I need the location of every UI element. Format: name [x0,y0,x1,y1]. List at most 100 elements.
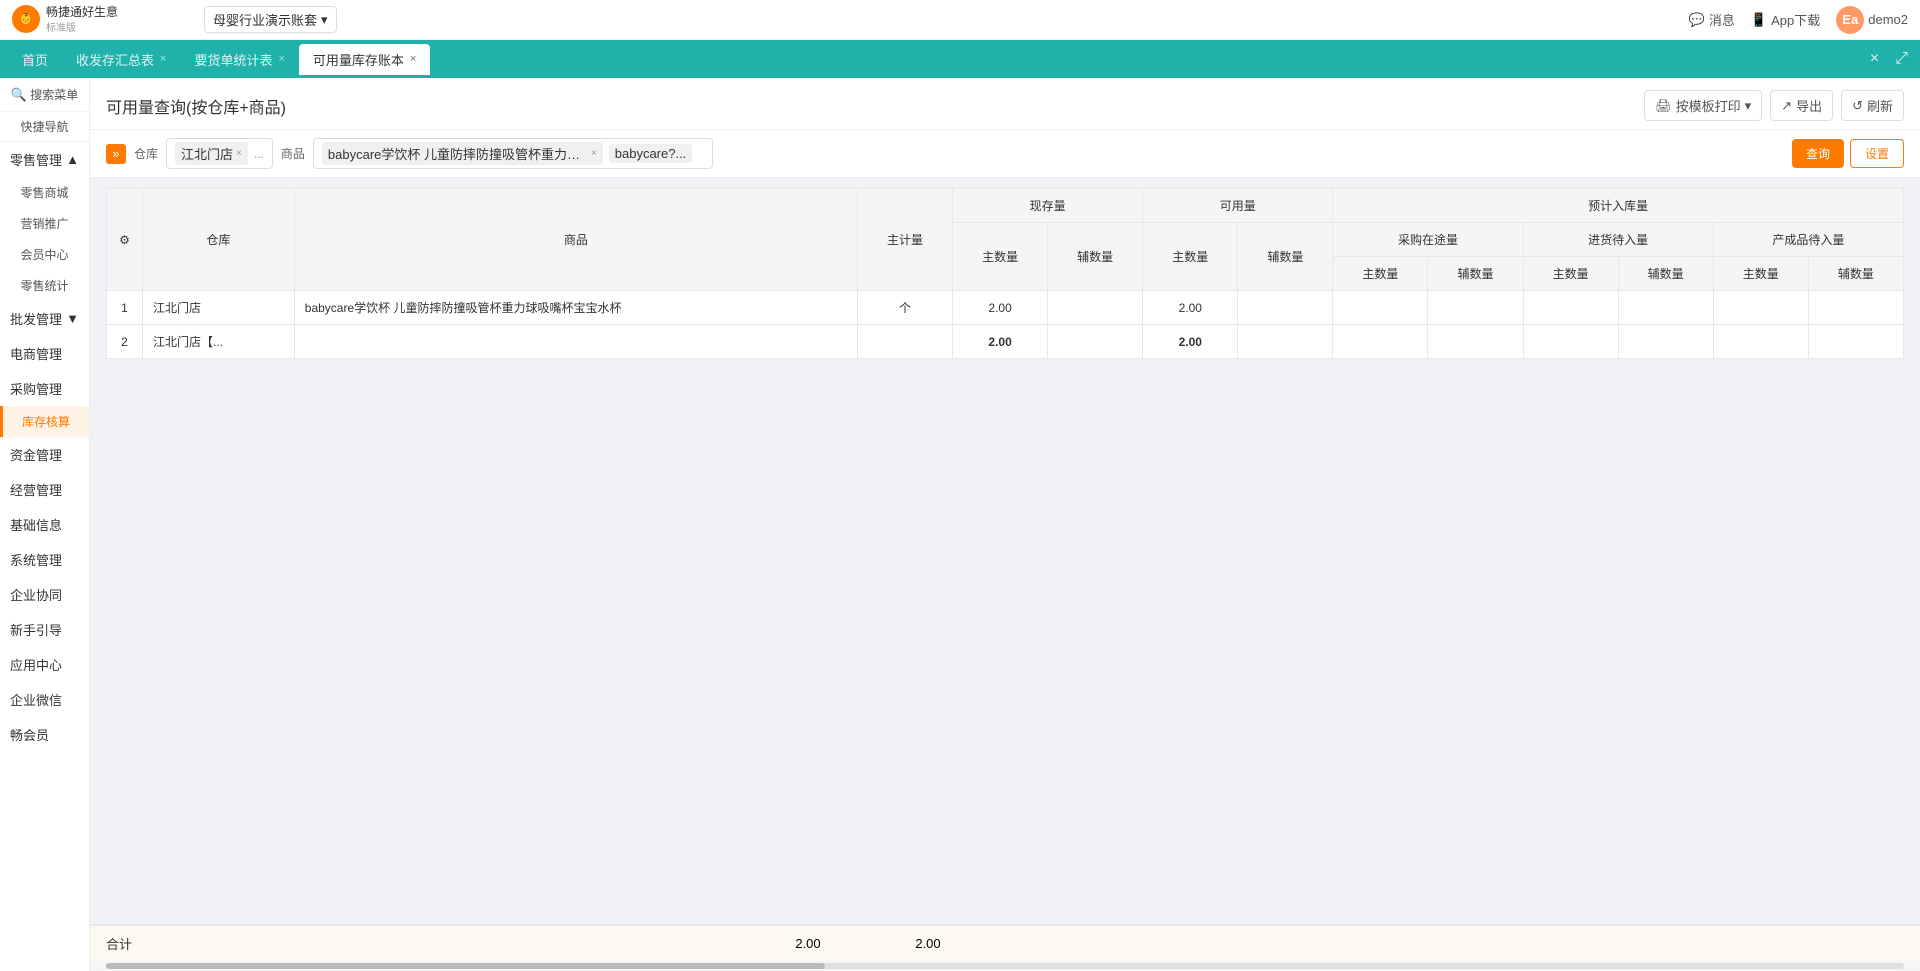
footer-total-label: 合计 [106,934,132,953]
stock-aux-header: 辅数量 [1048,223,1143,291]
row-stock-aux [1048,291,1143,325]
page-title: 可用量查询(按仓库+商品) [106,94,286,118]
sidebar-item-marketing[interactable]: 营销推广 [0,208,89,239]
row-purchase-main [1333,291,1428,325]
settings-button[interactable]: 设置 [1850,139,1904,168]
sidebar-operations-header[interactable]: 经营管理 [0,472,89,507]
sidebar-item-retail-stats[interactable]: 零售统计 [0,270,89,301]
more-options-icon[interactable]: ... [254,147,264,161]
close-icon[interactable]: × [160,53,166,65]
table-row: 2 江北门店【... 2.00 2.00 [107,325,1904,359]
sidebar-system-header[interactable]: 系统管理 [0,542,89,577]
print-icon: 🖨 [1655,98,1672,114]
sidebar-ecommerce-header[interactable]: 电商管理 [0,336,89,371]
tab-order-stats[interactable]: 要货单统计表 × [180,44,298,75]
purchase-group-header: 采购在途量 [1333,223,1523,257]
remove-warehouse-tag-icon[interactable]: × [236,148,242,159]
logo-text: 畅捷通好生意 [46,5,118,19]
settings-col-header[interactable]: ⚙ [107,189,143,291]
horizontal-scrollbar[interactable] [90,961,1920,971]
goods-tag-2[interactable]: babycare?... [609,144,693,163]
sidebar-search[interactable]: 🔍 搜索菜单 [0,78,89,112]
purchase-main-header: 主数量 [1333,257,1428,291]
message-btn[interactable]: 💬 消息 [1689,10,1735,29]
table-row: 1 江北门店 babycare学饮杯 儿童防摔防撞吸管杯重力球吸嘴杯宝宝水杯 个… [107,291,1904,325]
goods-filter-group: babycare学饮杯 儿童防摔防撞吸管杯重力球吸嘴杯宝宝水杯 × babyca… [313,138,713,169]
row-available-aux [1238,291,1333,325]
close-icon[interactable]: × [410,53,416,65]
warehouse-label: 仓库 [134,145,158,162]
chevron-down-icon: ▾ [321,12,328,28]
goods-tag-1[interactable]: babycare学饮杯 儿童防摔防撞吸管杯重力球吸嘴杯宝宝水杯 × [322,142,603,165]
logo-icon: 👶 [12,5,40,33]
sidebar-wechat-header[interactable]: 企业微信 [0,682,89,717]
industry-selector[interactable]: 母婴行业演示账套 ▾ [204,6,337,33]
sidebar-item-inventory[interactable]: 库存核算 [0,406,89,437]
sidebar-app-center-header[interactable]: 应用中心 [0,647,89,682]
remove-goods-tag1-icon[interactable]: × [591,148,597,159]
row-index: 2 [107,325,143,359]
footer-available-main: 2.00 [868,936,988,951]
expected-group-header: 预计入库量 [1333,189,1904,223]
app-download-btn[interactable]: 📱 App下载 [1751,10,1820,29]
sidebar-retail-header[interactable]: 零售管理 ▲ [0,142,89,177]
available-group-header: 可用量 [1143,189,1333,223]
sidebar-item-members[interactable]: 会员中心 [0,239,89,270]
incoming-aux-header: 辅数量 [1618,257,1713,291]
stock-main-header: 主数量 [953,223,1048,291]
sidebar-guide-header[interactable]: 新手引导 [0,612,89,647]
sidebar-enterprise-header[interactable]: 企业协同 [0,577,89,612]
incoming-main-header: 主数量 [1523,257,1618,291]
sidebar-purchase-header[interactable]: 采购管理 [0,371,89,406]
incoming-group-header: 进货待入量 [1523,223,1713,257]
row-available-main: 2.00 [1143,291,1238,325]
row-incoming-main [1523,325,1618,359]
query-button[interactable]: 查询 [1792,139,1844,168]
logo-sub: 标准版 [46,19,118,34]
filter-expand-btn[interactable]: » [106,144,126,164]
close-all-tabs-btn[interactable]: × [1866,48,1883,70]
page-actions: 🖨 按模板打印 ▾ ↗ 导出 ↺ 刷新 [1644,90,1904,121]
production-main-header: 主数量 [1713,257,1808,291]
row-warehouse: 江北门店【... [143,325,295,359]
warehouse-filter-group: 江北门店 × ... [166,138,273,169]
row-production-aux [1808,291,1903,325]
search-icon: 🔍 [11,87,27,102]
close-icon[interactable]: × [278,53,284,65]
refresh-btn[interactable]: ↺ 刷新 [1841,90,1904,121]
row-incoming-aux [1618,291,1713,325]
data-table: ⚙ 仓库 商品 主计量 现存量 可用量 预计入库量 主数量 辅数量 主数量 辅数… [106,188,1904,359]
sidebar-member-header[interactable]: 畅会员 [0,717,89,752]
tab-available-inventory[interactable]: 可用量库存账本 × [299,44,430,75]
scrollbar-thumb[interactable] [106,963,825,969]
purchase-aux-header: 辅数量 [1428,257,1523,291]
export-icon: ↗ [1781,98,1792,114]
sidebar-basic-info-header[interactable]: 基础信息 [0,507,89,542]
tab-receive-summary[interactable]: 收发存汇总表 × [62,44,180,75]
print-btn[interactable]: 🖨 按模板打印 ▾ [1644,90,1762,121]
row-incoming-aux [1618,325,1713,359]
row-incoming-main [1523,291,1618,325]
table-footer: 合计 2.00 2.00 [90,924,1920,961]
message-icon: 💬 [1689,12,1705,28]
expand-btn[interactable]: ⤢ [1891,48,1912,70]
goods-col-header: 商品 [294,189,857,291]
sidebar-quick-nav[interactable]: 快捷导航 [0,112,89,142]
download-icon: 📱 [1751,12,1767,28]
sidebar-finance-header[interactable]: 资金管理 [0,437,89,472]
user-area[interactable]: Ea demo2 [1836,6,1908,34]
row-index: 1 [107,291,143,325]
top-header: 👶 畅捷通好生意 标准版 母婴行业演示账套 ▾ 💬 消息 📱 App下载 Ea … [0,0,1920,40]
main-layout: 🔍 搜索菜单 快捷导航 零售管理 ▲ 零售商城 营销推广 会员中心 零售统计 批… [0,78,1920,971]
row-warehouse: 江北门店 [143,291,295,325]
row-unit [857,325,952,359]
warehouse-tag[interactable]: 江北门店 × [175,142,248,165]
sidebar-item-online-store[interactable]: 零售商城 [0,177,89,208]
row-available-aux [1238,325,1333,359]
scrollbar-track [106,963,1904,969]
export-btn[interactable]: ↗ 导出 [1770,90,1833,121]
sidebar-wholesale-header[interactable]: 批发管理 ▼ [0,301,89,336]
row-production-aux [1808,325,1903,359]
page-header: 可用量查询(按仓库+商品) 🖨 按模板打印 ▾ ↗ 导出 ↺ 刷新 [90,78,1920,130]
tab-home[interactable]: 首页 [8,44,62,75]
